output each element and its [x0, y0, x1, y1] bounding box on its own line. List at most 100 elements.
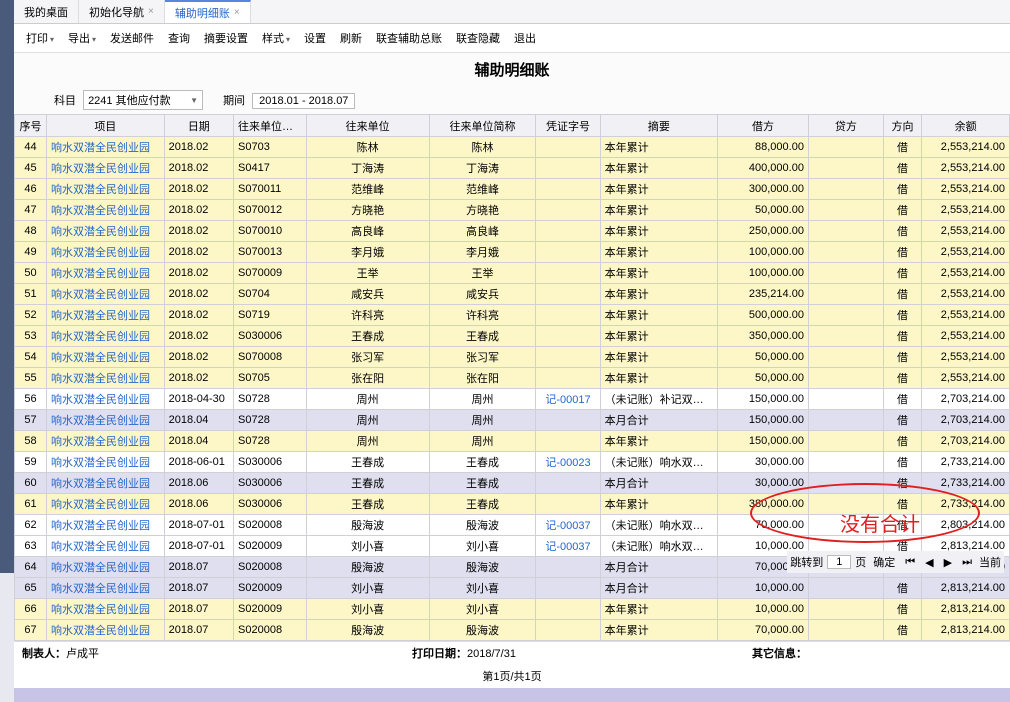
cell-direction: 借	[883, 326, 921, 347]
col-unit-abbr[interactable]: 往来单位简称	[429, 115, 536, 137]
cell-code: S0417	[234, 158, 307, 179]
refresh-button[interactable]: 刷新	[334, 28, 368, 48]
cell-date: 2018.02	[164, 242, 233, 263]
page-input[interactable]	[827, 555, 851, 569]
period-input[interactable]: 2018.01 - 2018.07	[252, 93, 355, 109]
setting-button[interactable]: 设置	[298, 28, 332, 48]
cell-abbr: 丁海涛	[429, 158, 536, 179]
table-row[interactable]: 66响水双潜全民创业园2018.07S020009刘小喜刘小喜本年累计10,00…	[15, 599, 1010, 620]
voucher-link[interactable]: 记-00037	[545, 541, 590, 553]
cell-voucher	[536, 200, 600, 221]
cell-date: 2018.02	[164, 347, 233, 368]
table-row[interactable]: 65响水双潜全民创业园2018.07S020009刘小喜刘小喜本月合计10,00…	[15, 578, 1010, 599]
tab-desktop[interactable]: 我的桌面	[14, 0, 79, 23]
table-row[interactable]: 44响水双潜全民创业园2018.02S0703陈林陈林本年累计88,000.00…	[15, 137, 1010, 158]
exit-button[interactable]: 退出	[508, 28, 542, 48]
cell-seq: 64	[15, 557, 47, 578]
col-unit-code[interactable]: 往来单位编码	[234, 115, 307, 137]
table-row[interactable]: 67响水双潜全民创业园2018.07S020008殷海波殷海波本年累计70,00…	[15, 620, 1010, 641]
creator-value: 卢成平	[66, 648, 99, 660]
cell-voucher	[536, 305, 600, 326]
table-row[interactable]: 54响水双潜全民创业园2018.02S070008张习军张习军本年累计50,00…	[15, 347, 1010, 368]
cell-abbr: 陈林	[429, 137, 536, 158]
table-row[interactable]: 61响水双潜全民创业园2018.06S030006王春成王春成本年累计380,0…	[15, 494, 1010, 515]
cell-date: 2018-06-01	[164, 452, 233, 473]
cell-direction: 借	[883, 431, 921, 452]
cell-date: 2018.02	[164, 137, 233, 158]
cell-balance: 2,553,214.00	[922, 284, 1010, 305]
print-button[interactable]: 打印	[20, 28, 60, 48]
table-row[interactable]: 62响水双潜全民创业园2018-07-01S020008殷海波殷海波记-0003…	[15, 515, 1010, 536]
table-row[interactable]: 53响水双潜全民创业园2018.02S030006王春成王春成本年累计350,0…	[15, 326, 1010, 347]
table-row[interactable]: 50响水双潜全民创业园2018.02S070009王举王举本年累计100,000…	[15, 263, 1010, 284]
table-row[interactable]: 51响水双潜全民创业园2018.02S0704咸安兵咸安兵本年累计235,214…	[15, 284, 1010, 305]
cell-seq: 47	[15, 200, 47, 221]
tab-subsidiary-ledger[interactable]: 辅助明细账×	[165, 0, 251, 23]
cell-code: S020008	[234, 620, 307, 641]
table-row[interactable]: 58响水双潜全民创业园2018.04S0728周州周州本年累计150,000.0…	[15, 431, 1010, 452]
table-row[interactable]: 60响水双潜全民创业园2018.06S030006王春成王春成本月合计30,00…	[15, 473, 1010, 494]
cell-voucher	[536, 158, 600, 179]
pager-text: 第1页/共1页	[14, 664, 1010, 688]
col-seq[interactable]: 序号	[15, 115, 47, 137]
hide-ledger-button[interactable]: 联查隐藏	[450, 28, 506, 48]
table-row[interactable]: 57响水双潜全民创业园2018.04S0728周州周州本月合计150,000.0…	[15, 410, 1010, 431]
table-row[interactable]: 52响水双潜全民创业园2018.02S0719许科亮许科亮本年累计500,000…	[15, 305, 1010, 326]
confirm-button[interactable]: 确定	[870, 554, 898, 570]
col-date[interactable]: 日期	[164, 115, 233, 137]
table-row[interactable]: 46响水双潜全民创业园2018.02S070011范维峰范维峰本年累计300,0…	[15, 179, 1010, 200]
col-debit[interactable]: 借方	[718, 115, 809, 137]
voucher-link[interactable]: 记-00037	[545, 520, 590, 532]
col-unit-name[interactable]: 往来单位	[306, 115, 429, 137]
cell-code: S0728	[234, 389, 307, 410]
table-row[interactable]: 49响水双潜全民创业园2018.02S070013李月娥李月娥本年累计100,0…	[15, 242, 1010, 263]
last-page-icon[interactable]: ⏭	[959, 556, 975, 569]
table-row[interactable]: 48响水双潜全民创业园2018.02S070010高良峰高良峰本年累计250,0…	[15, 221, 1010, 242]
col-direction[interactable]: 方向	[883, 115, 921, 137]
col-project[interactable]: 项目	[47, 115, 165, 137]
table-row[interactable]: 55响水双潜全民创业园2018.02S0705张在阳张在阳本年累计50,000.…	[15, 368, 1010, 389]
cell-abbr: 周州	[429, 431, 536, 452]
close-icon[interactable]: ×	[234, 7, 240, 18]
send-mail-button[interactable]: 发送邮件	[104, 28, 160, 48]
cell-debit: 10,000.00	[718, 599, 809, 620]
cell-date: 2018.04	[164, 410, 233, 431]
summary-setting-button[interactable]: 摘要设置	[198, 28, 254, 48]
table-row[interactable]: 56响水双潜全民创业园2018-04-30S0728周州周州记-00017（未记…	[15, 389, 1010, 410]
cell-balance: 2,733,214.00	[922, 452, 1010, 473]
table-row[interactable]: 47响水双潜全民创业园2018.02S070012方晓艳方晓艳本年累计50,00…	[15, 200, 1010, 221]
close-icon[interactable]: ×	[148, 6, 154, 17]
subject-combo[interactable]: 2241 其他应付款 ▼	[83, 90, 203, 110]
cell-abbr: 周州	[429, 410, 536, 431]
cell-voucher	[536, 599, 600, 620]
table-row[interactable]: 59响水双潜全民创业园2018-06-01S030006王春成王春成记-0002…	[15, 452, 1010, 473]
prev-page-icon[interactable]: ◀	[922, 556, 936, 569]
first-page-icon[interactable]: ⏮	[902, 556, 918, 569]
col-credit[interactable]: 贷方	[808, 115, 883, 137]
query-button[interactable]: 查询	[162, 28, 196, 48]
cell-voucher: 记-00023	[536, 452, 600, 473]
cell-balance: 2,703,214.00	[922, 410, 1010, 431]
cell-date: 2018-07-01	[164, 536, 233, 557]
cell-credit	[808, 158, 883, 179]
voucher-link[interactable]: 记-00017	[545, 394, 590, 406]
cell-debit: 50,000.00	[718, 347, 809, 368]
export-button[interactable]: 导出	[62, 28, 102, 48]
cell-debit: 380,000.00	[718, 494, 809, 515]
cell-project: 响水双潜全民创业园	[47, 200, 165, 221]
col-voucher[interactable]: 凭证字号	[536, 115, 600, 137]
cell-debit: 30,000.00	[718, 473, 809, 494]
col-balance[interactable]: 余额	[922, 115, 1010, 137]
tab-init-nav[interactable]: 初始化导航×	[79, 0, 165, 23]
col-summary[interactable]: 摘要	[600, 115, 718, 137]
cell-unit: 李月娥	[306, 242, 429, 263]
style-button[interactable]: 样式	[256, 28, 296, 48]
next-page-icon[interactable]: ▶	[941, 556, 955, 569]
subsidiary-ledger-button[interactable]: 联查辅助总账	[370, 28, 448, 48]
cell-code: S030006	[234, 452, 307, 473]
cell-direction: 借	[883, 242, 921, 263]
voucher-link[interactable]: 记-00023	[545, 457, 590, 469]
cell-project: 响水双潜全民创业园	[47, 473, 165, 494]
table-row[interactable]: 45响水双潜全民创业园2018.02S0417丁海涛丁海涛本年累计400,000…	[15, 158, 1010, 179]
cell-seq: 48	[15, 221, 47, 242]
